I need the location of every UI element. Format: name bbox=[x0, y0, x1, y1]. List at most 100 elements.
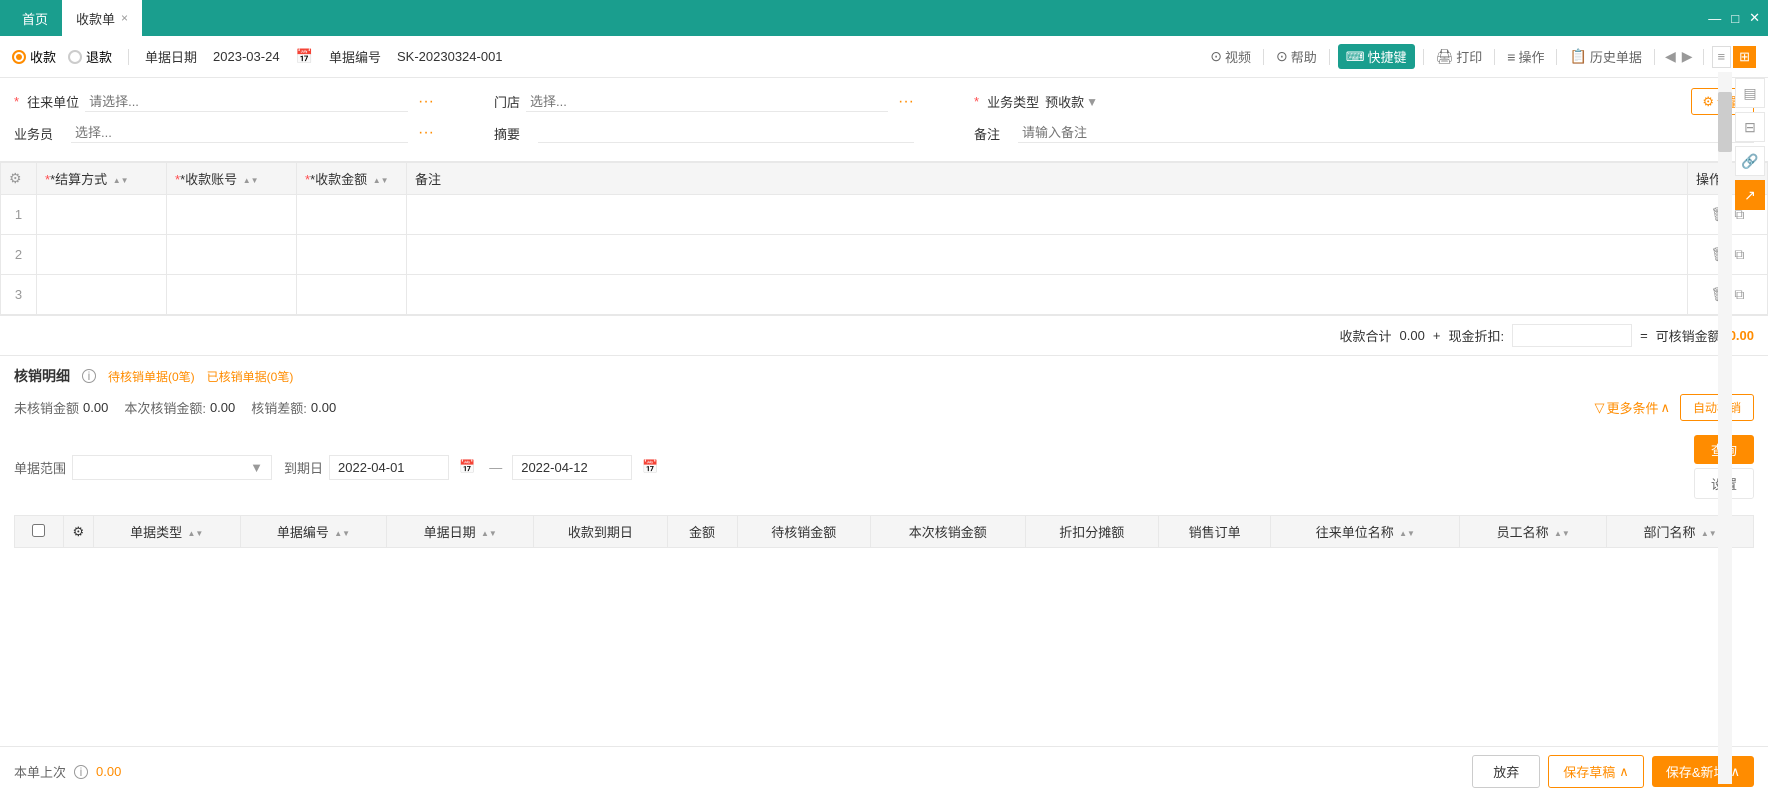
diff-label: 核销差额: bbox=[251, 398, 307, 417]
row-1-account[interactable] bbox=[167, 195, 297, 235]
video-btn[interactable]: ⊙ 视频 bbox=[1206, 45, 1255, 68]
date-from-input[interactable] bbox=[329, 455, 449, 480]
row-2-settlement[interactable] bbox=[37, 235, 167, 275]
nav-next-icon[interactable]: ▶ bbox=[1680, 48, 1695, 65]
date-label: 单据日期 bbox=[145, 47, 197, 66]
sort-employee-icon[interactable]: ▲▼ bbox=[1554, 529, 1570, 538]
counterpart-input[interactable] bbox=[85, 92, 408, 112]
calendar-to-icon[interactable]: 📅 bbox=[642, 459, 658, 475]
row-2-account[interactable] bbox=[167, 235, 297, 275]
shop-more-icon[interactable]: ··· bbox=[898, 93, 914, 111]
bottom-col-duedate: 收款到期日 bbox=[534, 516, 667, 548]
print-btn[interactable]: 🖨 打印 bbox=[1432, 45, 1487, 68]
row-1-memo[interactable] bbox=[407, 195, 1688, 235]
range-select[interactable]: ▼ bbox=[72, 455, 272, 480]
unverified-stat: 未核销金额 0.00 bbox=[14, 398, 108, 417]
scroll-thumb[interactable] bbox=[1718, 92, 1732, 152]
number-label: 单据编号 bbox=[329, 47, 381, 66]
footer-info-icon[interactable]: i bbox=[74, 765, 88, 779]
discount-input[interactable] bbox=[1512, 324, 1632, 347]
counterpart-label: 往来单位 bbox=[27, 92, 79, 111]
view-list-btn[interactable]: ≡ bbox=[1712, 46, 1732, 68]
bottom-col-checkbox bbox=[15, 516, 64, 548]
save-draft-button[interactable]: 保存草稿 ∧ bbox=[1548, 755, 1644, 788]
this-limit-label: 本单上次 bbox=[14, 762, 66, 781]
radio-tuikuan-label: 退款 bbox=[86, 47, 112, 66]
shortcut-btn[interactable]: ⌨ 快捷键 bbox=[1338, 44, 1415, 69]
side-btn-link[interactable]: 🔗 bbox=[1735, 146, 1765, 176]
bottom-col-counterpart: 往来单位名称 ▲▼ bbox=[1271, 516, 1460, 548]
tab-close-icon[interactable]: × bbox=[121, 12, 128, 24]
abstract-input[interactable] bbox=[538, 123, 914, 143]
tab-active[interactable]: 收款单 × bbox=[62, 0, 142, 36]
row-3-account[interactable] bbox=[167, 275, 297, 315]
bottom-col-thisverify: 本次核销金额 bbox=[870, 516, 1025, 548]
bottom-col-gear[interactable]: ⚙ bbox=[63, 516, 93, 548]
tab-home[interactable]: 首页 bbox=[8, 0, 62, 36]
salesperson-input[interactable] bbox=[71, 123, 408, 143]
ops-btn[interactable]: ≡ 操作 bbox=[1503, 45, 1548, 68]
maximize-icon[interactable]: □ bbox=[1731, 11, 1739, 26]
close-icon[interactable]: ✕ bbox=[1749, 10, 1760, 26]
radio-shoukuan[interactable]: 收款 bbox=[12, 47, 56, 66]
reconcile-info-icon[interactable]: i bbox=[82, 369, 96, 383]
date-to-input[interactable] bbox=[512, 455, 632, 480]
side-btn-table[interactable]: ▤ bbox=[1735, 78, 1765, 108]
row-3-copy-icon[interactable]: ⧉ bbox=[1734, 286, 1744, 303]
date-calendar-icon[interactable]: 📅 bbox=[296, 48, 313, 65]
done-tab-link[interactable]: 已核销单据(0笔) bbox=[207, 368, 294, 385]
save-new-button[interactable]: 保存&新增 ∧ bbox=[1652, 756, 1754, 787]
salesperson-more-icon[interactable]: ··· bbox=[418, 124, 434, 142]
abandon-button[interactable]: 放弃 bbox=[1472, 755, 1540, 788]
more-conditions-btn[interactable]: ▽ 更多条件 ∧ bbox=[1594, 398, 1670, 417]
bottom-col-number: 单据编号 ▲▼ bbox=[240, 516, 387, 548]
sort-date-icon[interactable]: ▲▼ bbox=[481, 529, 497, 538]
this-verify-value: 0.00 bbox=[210, 400, 235, 415]
shop-input[interactable] bbox=[526, 92, 888, 112]
sort-counterpart-icon[interactable]: ▲▼ bbox=[1399, 529, 1415, 538]
sort-account-icon[interactable]: ▲▼ bbox=[243, 176, 259, 185]
table-row: 3 🗑 ⧉ bbox=[1, 275, 1768, 315]
sort-type-icon[interactable]: ▲▼ bbox=[187, 529, 203, 538]
range-filter: 单据范围 ▼ bbox=[14, 455, 272, 480]
this-verify-stat: 本次核销金额: 0.00 bbox=[124, 398, 235, 417]
history-btn[interactable]: 📋 历史单据 bbox=[1565, 45, 1645, 68]
total-value: 0.00 bbox=[1400, 328, 1425, 343]
row-1-settlement[interactable] bbox=[37, 195, 167, 235]
memo-input[interactable] bbox=[1018, 123, 1754, 143]
sort-dept-icon[interactable]: ▲▼ bbox=[1701, 529, 1717, 538]
counterpart-more-icon[interactable]: ··· bbox=[418, 93, 434, 111]
sort-amount-icon[interactable]: ▲▼ bbox=[373, 176, 389, 185]
row-2-amount[interactable] bbox=[297, 235, 407, 275]
sort-settlement-icon[interactable]: ▲▼ bbox=[113, 176, 129, 185]
auto-reconcile-button[interactable]: 自动核销 bbox=[1680, 394, 1754, 421]
side-btn-list[interactable]: ⊟ bbox=[1735, 112, 1765, 142]
view-grid-btn[interactable]: ⊞ bbox=[1733, 46, 1756, 68]
row-3-memo[interactable] bbox=[407, 275, 1688, 315]
table-gear-icon[interactable]: ⚙ bbox=[9, 170, 22, 186]
minimize-icon[interactable]: — bbox=[1708, 11, 1721, 26]
nav-prev-icon[interactable]: ◀ bbox=[1663, 48, 1678, 65]
radio-tuikuan[interactable]: 退款 bbox=[68, 47, 112, 66]
due-date-filter: 到期日 📅 — 📅 bbox=[284, 455, 662, 480]
sort-number-icon[interactable]: ▲▼ bbox=[334, 529, 350, 538]
row-3-amount[interactable] bbox=[297, 275, 407, 315]
side-btn-expand[interactable]: ↗ bbox=[1735, 180, 1765, 210]
row-2-copy-icon[interactable]: ⧉ bbox=[1734, 246, 1744, 263]
scrollbar[interactable] bbox=[1718, 72, 1732, 784]
reconcile-table: ⚙ 单据类型 ▲▼ 单据编号 ▲▼ 单据日期 ▲▼ bbox=[14, 515, 1754, 548]
filter-icon: ▽ bbox=[1594, 400, 1604, 416]
biz-type-select[interactable]: 预收款 ▼ bbox=[1045, 92, 1098, 111]
row-2-memo[interactable] bbox=[407, 235, 1688, 275]
row-1-amount[interactable] bbox=[297, 195, 407, 235]
bottom-gear-icon[interactable]: ⚙ bbox=[72, 524, 84, 539]
memo-field: 备注 bbox=[974, 123, 1754, 143]
calendar-from-icon[interactable]: 📅 bbox=[459, 459, 475, 475]
pending-tab-link[interactable]: 待核销单据(0笔) bbox=[108, 368, 195, 385]
row-3-settlement[interactable] bbox=[37, 275, 167, 315]
shop-label: 门店 bbox=[494, 92, 520, 111]
select-all-checkbox[interactable] bbox=[32, 524, 45, 537]
help-btn[interactable]: ⊙ 帮助 bbox=[1272, 45, 1321, 68]
table-settings-header[interactable]: ⚙ bbox=[1, 163, 37, 195]
nav-arrows: ◀ ▶ bbox=[1663, 48, 1695, 65]
